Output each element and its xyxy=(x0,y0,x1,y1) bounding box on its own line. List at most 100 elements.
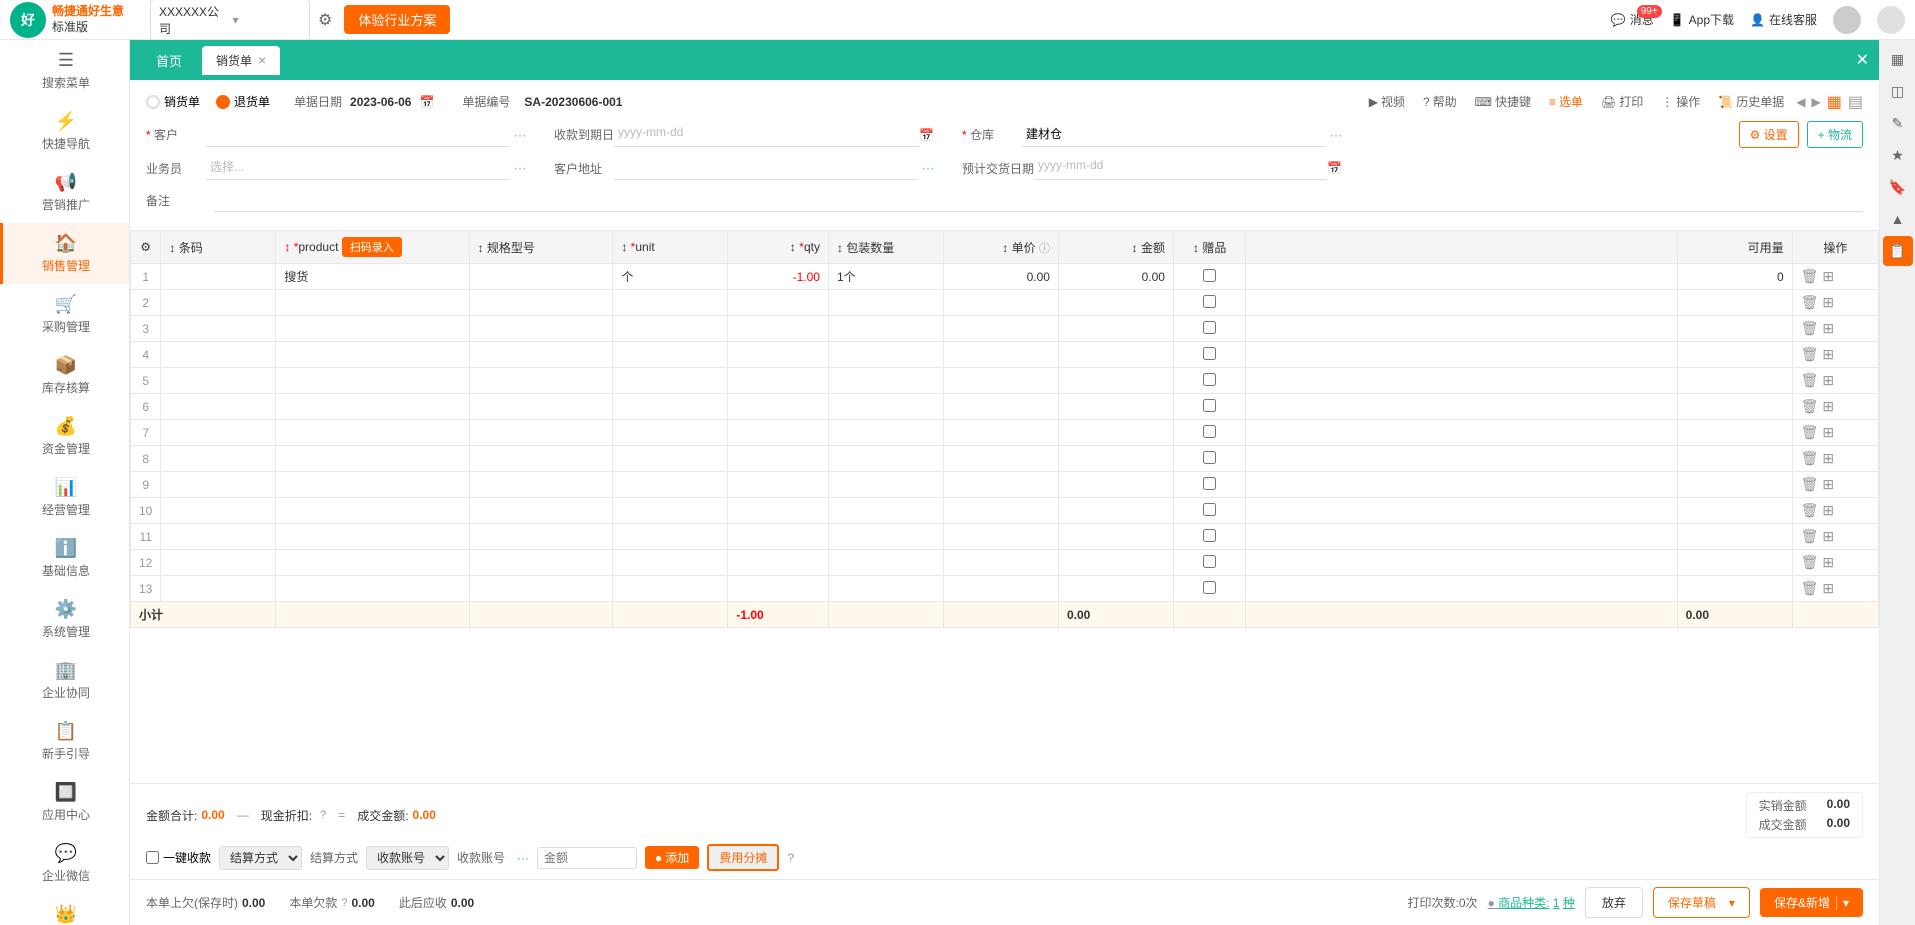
warehouse-input[interactable]: 建材仓 xyxy=(1022,123,1326,147)
row-unit[interactable] xyxy=(613,498,728,524)
tab-close-all-btn[interactable]: ✕ xyxy=(1856,50,1869,70)
fee-help-icon[interactable]: ? xyxy=(787,851,794,865)
expected-date-input[interactable]: yyyy-mm-dd xyxy=(1034,156,1327,180)
customer-addr-input[interactable] xyxy=(614,156,918,180)
row-spec[interactable] xyxy=(469,264,613,290)
delete-row-icon[interactable]: 🗑 xyxy=(1801,450,1819,467)
row-product[interactable] xyxy=(276,576,469,602)
settings-btn[interactable]: ⚙ 设置 xyxy=(1739,121,1799,148)
row-spec[interactable] xyxy=(469,472,613,498)
delete-row-icon[interactable]: 🗑 xyxy=(1801,476,1819,493)
row-pkg-qty[interactable] xyxy=(828,368,943,394)
row-pkg-qty[interactable] xyxy=(828,420,943,446)
due-date-calendar-icon[interactable]: 📅 xyxy=(919,128,934,142)
row-qty[interactable] xyxy=(728,368,829,394)
owe-help-icon[interactable]: ? xyxy=(341,897,347,909)
row-product[interactable] xyxy=(276,550,469,576)
discount-help-icon[interactable]: ? xyxy=(320,809,326,821)
th-gift[interactable]: ↕ 赠品 xyxy=(1173,231,1245,264)
expected-date-calendar-icon[interactable]: 📅 xyxy=(1327,161,1342,175)
row-pkg-qty[interactable] xyxy=(828,342,943,368)
row-qty[interactable] xyxy=(728,394,829,420)
right-panel-item-6[interactable]: ▲ xyxy=(1883,204,1913,234)
row-unit[interactable] xyxy=(613,290,728,316)
delete-row-icon[interactable]: 🗑 xyxy=(1801,346,1819,363)
logistics-btn[interactable]: + 物流 xyxy=(1807,121,1863,148)
row-spec[interactable] xyxy=(469,394,613,420)
row-unit[interactable] xyxy=(613,524,728,550)
sidebar-item-wechat[interactable]: 💬 企业微信 xyxy=(0,833,129,894)
row-unit[interactable] xyxy=(613,472,728,498)
row-product[interactable] xyxy=(276,524,469,550)
row-qty[interactable] xyxy=(728,524,829,550)
row-gift[interactable] xyxy=(1173,342,1245,368)
th-setting[interactable]: ⚙ xyxy=(131,231,161,264)
row-barcode[interactable] xyxy=(161,524,276,550)
row-price[interactable] xyxy=(943,420,1058,446)
delete-row-icon[interactable]: 🗑 xyxy=(1801,398,1819,415)
th-amount[interactable]: ↕ 金额 xyxy=(1058,231,1173,264)
row-qty[interactable] xyxy=(728,342,829,368)
sidebar-item-inventory[interactable]: 📦 库存核算 xyxy=(0,345,129,406)
row-gift[interactable] xyxy=(1173,524,1245,550)
row-amount[interactable] xyxy=(1058,342,1173,368)
row-product[interactable] xyxy=(276,498,469,524)
sidebar-item-sales[interactable]: 🏠 销售管理 xyxy=(0,223,129,284)
customer-input[interactable] xyxy=(206,123,510,147)
row-product[interactable] xyxy=(276,342,469,368)
row-barcode[interactable] xyxy=(161,472,276,498)
row-pkg-qty[interactable] xyxy=(828,576,943,602)
delete-row-icon[interactable]: 🗑 xyxy=(1801,268,1819,285)
th-op[interactable]: 操作 xyxy=(1792,231,1878,264)
right-panel-item-3[interactable]: ✎ xyxy=(1883,108,1913,138)
row-unit[interactable] xyxy=(613,368,728,394)
row-barcode[interactable] xyxy=(161,316,276,342)
doc-no-value[interactable]: SA-20230606-001 xyxy=(524,95,622,109)
sidebar-item-capital[interactable]: 💰 资金管理 xyxy=(0,406,129,467)
sidebar-item-marketing[interactable]: 📢 营销推广 xyxy=(0,162,129,223)
delete-row-icon[interactable]: 🗑 xyxy=(1801,320,1819,337)
row-product[interactable] xyxy=(276,394,469,420)
row-qty[interactable] xyxy=(728,316,829,342)
row-amount[interactable] xyxy=(1058,316,1173,342)
row-price[interactable] xyxy=(943,368,1058,394)
company-selector[interactable]: XXXXXX公司 ▾ xyxy=(150,0,310,41)
copy-row-icon[interactable]: ⊞ xyxy=(1822,398,1834,415)
customer-more-btn[interactable]: ··· xyxy=(514,128,526,142)
row-amount[interactable] xyxy=(1058,498,1173,524)
salesperson-more-btn[interactable]: ··· xyxy=(514,161,526,175)
payment-account-select[interactable]: 收款账号 xyxy=(366,846,449,870)
one-click-payment[interactable]: 一键收款 xyxy=(146,849,211,866)
row-pkg-qty[interactable] xyxy=(828,524,943,550)
payment-method-select[interactable]: 结算方式 xyxy=(219,846,302,870)
due-date-input[interactable]: yyyy-mm-dd xyxy=(614,123,919,147)
prev-history-btn[interactable]: ◀ xyxy=(1796,95,1805,109)
online-service-btn[interactable]: 👤 在线客服 xyxy=(1750,11,1817,28)
row-gift[interactable] xyxy=(1173,264,1245,290)
th-unit[interactable]: ↕ *unit xyxy=(613,231,728,264)
row-pkg-qty[interactable] xyxy=(828,472,943,498)
row-unit[interactable] xyxy=(613,446,728,472)
sidebar-item-member[interactable]: 👑 畅会员 xyxy=(0,894,129,925)
copy-row-icon[interactable]: ⊞ xyxy=(1822,528,1834,545)
row-spec[interactable] xyxy=(469,342,613,368)
row-pkg-qty[interactable] xyxy=(828,550,943,576)
row-unit[interactable] xyxy=(613,576,728,602)
sidebar-item-system[interactable]: ⚙️ 系统管理 xyxy=(0,589,129,650)
copy-row-icon[interactable]: ⊞ xyxy=(1822,346,1834,363)
delete-row-icon[interactable]: 🗑 xyxy=(1801,528,1819,545)
radio-sale[interactable]: 销货单 xyxy=(146,93,200,110)
row-qty[interactable] xyxy=(728,420,829,446)
date-picker-icon[interactable]: 📅 xyxy=(419,95,434,109)
sidebar-item-apps[interactable]: 🔲 应用中心 xyxy=(0,772,129,833)
row-product[interactable] xyxy=(276,420,469,446)
th-spec[interactable]: ↕ 规格型号 xyxy=(469,231,613,264)
row-qty[interactable] xyxy=(728,550,829,576)
row-unit[interactable] xyxy=(613,342,728,368)
row-amount[interactable] xyxy=(1058,576,1173,602)
th-price[interactable]: ↕ 单价 ⓘ xyxy=(943,231,1058,264)
price-info-icon[interactable]: ⓘ xyxy=(1039,243,1050,255)
delete-row-icon[interactable]: 🗑 xyxy=(1801,580,1819,597)
right-panel-item-5[interactable]: 🔖 xyxy=(1883,172,1913,202)
row-barcode[interactable] xyxy=(161,368,276,394)
